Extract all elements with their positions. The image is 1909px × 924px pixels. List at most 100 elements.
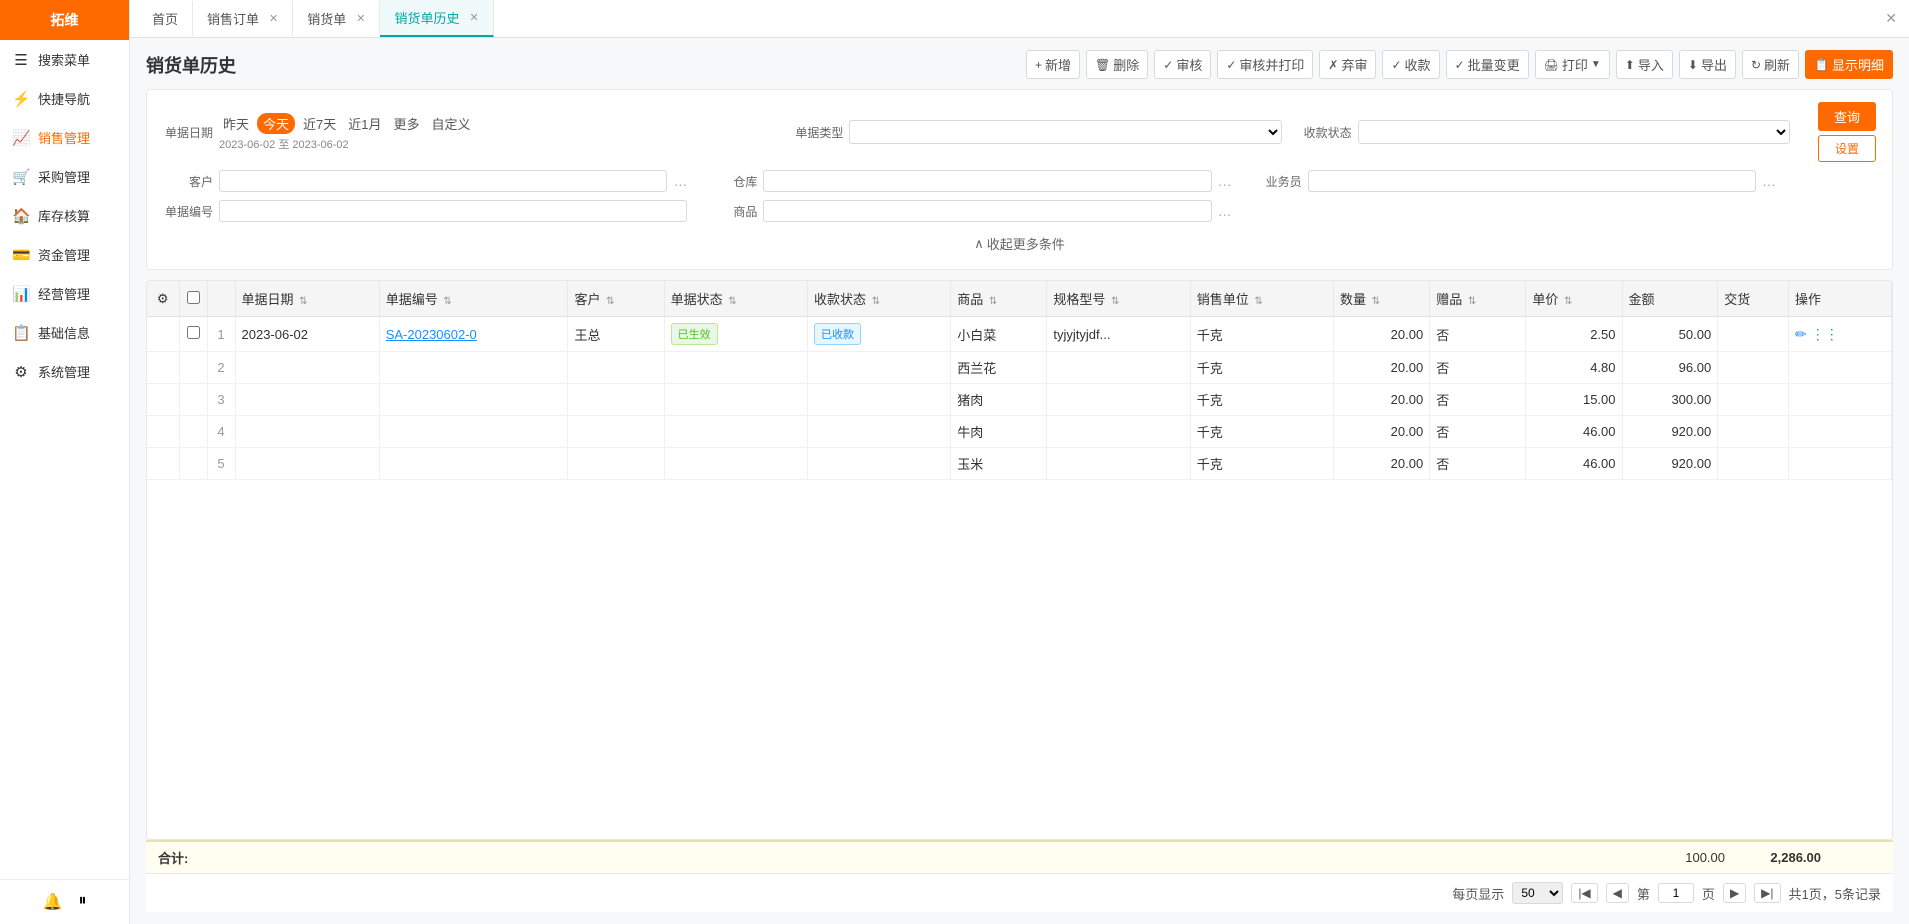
goods-input[interactable]: [763, 200, 1211, 222]
import-button[interactable]: ⬆ 导入: [1616, 50, 1673, 79]
print-icon: 🖨: [1544, 58, 1559, 72]
discard-button[interactable]: ✗ 弃审: [1319, 50, 1376, 79]
col-unit[interactable]: 销售单位 ⇅: [1190, 281, 1333, 317]
more-icon[interactable]: ⋮⋮: [1811, 326, 1839, 343]
warehouse-ellipsis[interactable]: …: [1218, 173, 1232, 189]
prev-page-button[interactable]: ◀: [1606, 883, 1629, 903]
date-shortcut-more[interactable]: 更多: [390, 113, 424, 134]
doc-no-input[interactable]: [219, 200, 687, 222]
col-gear[interactable]: ⚙: [147, 281, 179, 317]
sidebar-item-search-menu[interactable]: ☰ 搜索菜单: [0, 40, 129, 79]
tab-sales-delivery-close[interactable]: ✕: [356, 12, 365, 25]
discard-label: 弃审: [1341, 55, 1367, 74]
col-doc-status[interactable]: 单据状态 ⇅: [664, 281, 807, 317]
td-payment-status: 已收款: [807, 317, 950, 352]
edit-icon[interactable]: ✏: [1795, 326, 1807, 343]
audit-button[interactable]: ✓ 审核: [1154, 50, 1211, 79]
td-action: [1788, 416, 1891, 448]
new-button[interactable]: + 新增: [1026, 50, 1080, 79]
date-shortcut-1month[interactable]: 近1月: [344, 113, 385, 134]
tab-home[interactable]: 首页: [138, 1, 193, 36]
col-date[interactable]: 单据日期 ⇅: [235, 281, 379, 317]
date-shortcut-today[interactable]: 今天: [257, 113, 295, 134]
sidebar-item-label: 销售管理: [38, 128, 90, 147]
td-num: 1: [207, 317, 235, 352]
print-label: 打印: [1562, 55, 1588, 74]
show-detail-button[interactable]: 📋 显示明细: [1805, 50, 1893, 79]
delete-button[interactable]: 🗑 删除: [1086, 50, 1148, 79]
td-num: 4: [207, 416, 235, 448]
td-payment-status: [807, 384, 950, 416]
table-header-row: ⚙ 单据日期 ⇅ 单据编号 ⇅ 客户 ⇅ 单据状态 ⇅ 收款状态 ⇅ 商品 ⇅ …: [147, 281, 1892, 317]
sidebar-item-basic-info[interactable]: 📋 基础信息: [0, 313, 129, 352]
warehouse-input[interactable]: [763, 170, 1211, 192]
settings-button[interactable]: 设置: [1818, 135, 1876, 162]
tab-sales-delivery[interactable]: 销货单 ✕: [293, 1, 380, 36]
td-unit: 千克: [1190, 448, 1333, 480]
customer-ellipsis[interactable]: …: [673, 173, 687, 189]
pause-icon[interactable]: ⏸: [78, 892, 86, 912]
notification-icon[interactable]: 🔔: [43, 892, 63, 912]
tab-sales-history[interactable]: 销货单历史 ✕: [380, 0, 493, 37]
tab-sales-order-close[interactable]: ✕: [269, 12, 278, 25]
tab-sales-history-close[interactable]: ✕: [470, 11, 479, 24]
audit-print-button[interactable]: ✓ 审核并打印: [1217, 50, 1313, 79]
window-close-btn[interactable]: ✕: [1885, 10, 1897, 27]
td-price: 2.50: [1526, 317, 1622, 352]
last-page-button[interactable]: ▶|: [1754, 883, 1780, 903]
sidebar-item-sales-mgmt[interactable]: 📈 销售管理: [0, 118, 129, 157]
sidebar-item-operations[interactable]: 📊 经营管理: [0, 274, 129, 313]
col-num: [207, 281, 235, 317]
doc-no-link[interactable]: SA-20230602-0: [386, 327, 477, 342]
td-checkbox: [179, 352, 207, 384]
td-action: ✏⋮⋮: [1788, 317, 1891, 352]
batch-change-button[interactable]: ✓ 批量变更: [1446, 50, 1529, 79]
td-goods: 玉米: [951, 448, 1047, 480]
col-gift[interactable]: 赠品 ⇅: [1430, 281, 1526, 317]
collapse-button[interactable]: ∧ 收起更多条件: [970, 230, 1069, 257]
row-checkbox[interactable]: [187, 326, 200, 339]
td-transaction: [1718, 317, 1789, 352]
date-shortcut-yesterday[interactable]: 昨天: [219, 113, 253, 134]
col-price[interactable]: 单价 ⇅: [1526, 281, 1622, 317]
print-button[interactable]: 🖨 打印 ▼: [1535, 50, 1610, 79]
page-size-select[interactable]: 20 50 100: [1512, 882, 1563, 904]
td-date: [235, 352, 379, 384]
payment-status-select[interactable]: [1358, 120, 1790, 144]
date-shortcut-7days[interactable]: 近7天: [299, 113, 340, 134]
col-spec[interactable]: 规格型号 ⇅: [1047, 281, 1190, 317]
td-goods: 小白菜: [951, 317, 1047, 352]
receive-button[interactable]: ✓ 收款: [1382, 50, 1439, 79]
td-amount: 920.00: [1622, 448, 1718, 480]
sidebar-item-finance[interactable]: 💳 资金管理: [0, 235, 129, 274]
refresh-button[interactable]: ↻ 刷新: [1742, 50, 1799, 79]
col-customer[interactable]: 客户 ⇅: [568, 281, 664, 317]
salesperson-ellipsis[interactable]: …: [1762, 173, 1776, 189]
sidebar-item-purchase-mgmt[interactable]: 🛒 采购管理: [0, 157, 129, 196]
sidebar-item-inventory[interactable]: 🏠 库存核算: [0, 196, 129, 235]
export-button[interactable]: ⬇ 导出: [1679, 50, 1736, 79]
col-qty[interactable]: 数量 ⇅: [1334, 281, 1430, 317]
td-transaction: [1718, 416, 1789, 448]
td-price: 46.00: [1526, 448, 1622, 480]
customer-input[interactable]: [219, 170, 667, 192]
goods-ellipsis[interactable]: …: [1218, 203, 1232, 219]
summary-label: 合计:: [158, 848, 188, 867]
payment-status-label: 收款状态: [1302, 124, 1352, 141]
table-row: 2 西兰花 千克 20.00 否 4.80 96.00: [147, 352, 1892, 384]
doc-type-select[interactable]: [849, 120, 1281, 144]
page-number-input[interactable]: [1658, 883, 1694, 903]
col-doc-no[interactable]: 单据编号 ⇅: [379, 281, 568, 317]
tab-sales-order[interactable]: 销售订单 ✕: [193, 1, 293, 36]
date-shortcut-custom[interactable]: 自定义: [428, 113, 475, 134]
sidebar-item-quick-nav[interactable]: ⚡ 快捷导航: [0, 79, 129, 118]
salesperson-input[interactable]: [1308, 170, 1756, 192]
select-all-checkbox[interactable]: [187, 291, 200, 304]
query-button[interactable]: 查询: [1818, 102, 1876, 131]
col-goods[interactable]: 商品 ⇅: [951, 281, 1047, 317]
next-page-button[interactable]: ▶: [1723, 883, 1746, 903]
first-page-button[interactable]: |◀: [1571, 883, 1597, 903]
col-payment-status[interactable]: 收款状态 ⇅: [807, 281, 950, 317]
sidebar-item-system-mgmt[interactable]: ⚙ 系统管理: [0, 352, 129, 391]
app-logo: 拓维: [0, 0, 129, 40]
